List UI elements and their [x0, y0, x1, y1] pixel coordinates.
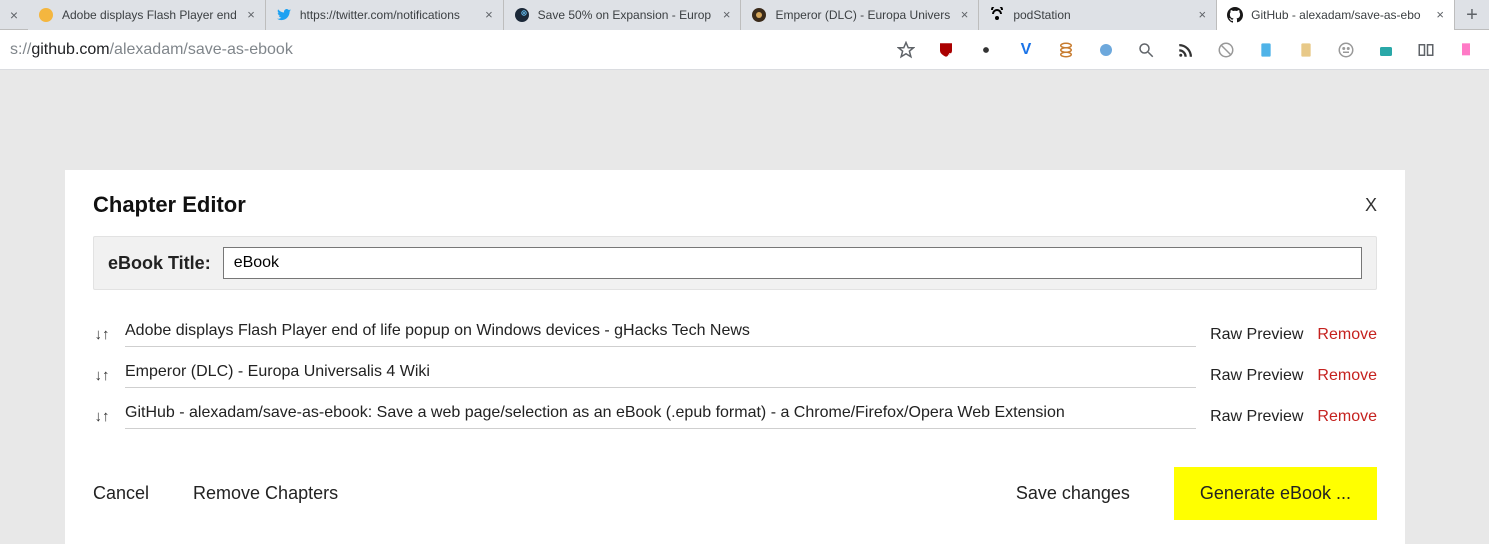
- toolbar-icons: 4 V: [897, 41, 1481, 59]
- close-icon[interactable]: ×: [0, 0, 28, 30]
- tab-label: https://twitter.com/notifications: [300, 8, 477, 22]
- close-icon[interactable]: ×: [1199, 7, 1207, 22]
- ebook-title-label: eBook Title:: [108, 253, 211, 274]
- paradox-icon: [751, 7, 767, 23]
- book-icon[interactable]: [1417, 41, 1435, 59]
- chapter-name[interactable]: Adobe displays Flash Player end of life …: [125, 322, 1196, 347]
- tab-label: Emperor (DLC) - Europa Univers: [775, 8, 952, 22]
- podstation-icon: [989, 7, 1005, 23]
- tab-adobe[interactable]: Adobe displays Flash Player end ×: [28, 0, 266, 30]
- panel-footer: Cancel Remove Chapters Save changes Gene…: [93, 467, 1377, 520]
- face-icon[interactable]: [1337, 41, 1355, 59]
- browser-tab-strip: × Adobe displays Flash Player end × http…: [0, 0, 1489, 30]
- close-icon[interactable]: ×: [247, 7, 255, 22]
- ebook-title-field: eBook Title:: [93, 236, 1377, 290]
- twitter-icon: [276, 7, 292, 23]
- tag-icon[interactable]: [1457, 41, 1475, 59]
- page-title: Chapter Editor: [93, 192, 246, 218]
- address-bar: s://github.com/alexadam/save-as-ebook 4 …: [0, 30, 1489, 70]
- dot-icon[interactable]: [977, 41, 995, 59]
- tab-label: Save 50% on Expansion - Europ: [538, 8, 715, 22]
- tab-paradox[interactable]: Emperor (DLC) - Europa Univers ×: [741, 0, 979, 30]
- raw-preview-button[interactable]: Raw Preview: [1210, 326, 1303, 344]
- circle-icon[interactable]: [1097, 41, 1115, 59]
- url-field[interactable]: s://github.com/alexadam/save-as-ebook: [8, 41, 897, 59]
- sort-handle-icon[interactable]: ↓↑: [93, 367, 111, 384]
- cancel-button[interactable]: Cancel: [93, 483, 149, 504]
- panel-header: Chapter Editor X: [93, 192, 1377, 218]
- remove-chapters-button[interactable]: Remove Chapters: [193, 483, 338, 504]
- sort-handle-icon[interactable]: ↓↑: [93, 326, 111, 343]
- tray-icon[interactable]: [1377, 41, 1395, 59]
- remove-button[interactable]: Remove: [1317, 326, 1377, 344]
- save-changes-button[interactable]: Save changes: [1016, 483, 1130, 504]
- star-icon[interactable]: [897, 41, 915, 59]
- tab-steam[interactable]: Save 50% on Expansion - Europ ×: [504, 0, 742, 30]
- chapter-row: ↓↑ GitHub - alexadam/save-as-ebook: Save…: [93, 396, 1377, 437]
- chapter-name[interactable]: Emperor (DLC) - Europa Universalis 4 Wik…: [125, 363, 1196, 388]
- chapter-name[interactable]: GitHub - alexadam/save-as-ebook: Save a …: [125, 404, 1196, 429]
- sort-handle-icon[interactable]: ↓↑: [93, 408, 111, 425]
- tab-github[interactable]: GitHub - alexadam/save-as-ebo ×: [1217, 0, 1455, 30]
- block-icon[interactable]: [1217, 41, 1235, 59]
- raw-preview-button[interactable]: Raw Preview: [1210, 367, 1303, 385]
- new-tab-button[interactable]: +: [1455, 0, 1489, 30]
- page-content: Chapter Editor X eBook Title: ↓↑ Adobe d…: [0, 70, 1489, 544]
- svg-text:4: 4: [948, 52, 952, 59]
- generate-ebook-button[interactable]: Generate eBook ...: [1174, 467, 1377, 520]
- doc2-icon[interactable]: [1297, 41, 1315, 59]
- tab-label: GitHub - alexadam/save-as-ebo: [1251, 8, 1428, 22]
- close-icon[interactable]: X: [1365, 195, 1377, 216]
- close-icon[interactable]: ×: [961, 7, 969, 22]
- url-host: github.com: [31, 41, 109, 58]
- ublock-icon[interactable]: 4: [937, 41, 955, 59]
- tab-label: Adobe displays Flash Player end: [62, 8, 239, 22]
- chapter-editor-panel: Chapter Editor X eBook Title: ↓↑ Adobe d…: [65, 170, 1405, 544]
- tab-label: podStation: [1013, 8, 1190, 22]
- url-scheme: s://: [10, 41, 31, 58]
- chapter-row: ↓↑ Emperor (DLC) - Europa Universalis 4 …: [93, 355, 1377, 396]
- remove-button[interactable]: Remove: [1317, 408, 1377, 426]
- steam-icon: [514, 7, 530, 23]
- tab-podstation[interactable]: podStation ×: [979, 0, 1217, 30]
- search-icon[interactable]: [1137, 41, 1155, 59]
- rss-icon[interactable]: [1177, 41, 1195, 59]
- url-path: /alexadam/save-as-ebook: [110, 41, 293, 58]
- ghacks-icon: [38, 7, 54, 23]
- close-icon[interactable]: ×: [723, 7, 731, 22]
- chapter-list: ↓↑ Adobe displays Flash Player end of li…: [93, 314, 1377, 437]
- v-icon[interactable]: V: [1017, 41, 1035, 59]
- chapter-row: ↓↑ Adobe displays Flash Player end of li…: [93, 314, 1377, 355]
- close-icon[interactable]: ×: [485, 7, 493, 22]
- tab-twitter[interactable]: https://twitter.com/notifications ×: [266, 0, 504, 30]
- stack-icon[interactable]: [1057, 41, 1075, 59]
- raw-preview-button[interactable]: Raw Preview: [1210, 408, 1303, 426]
- close-icon[interactable]: ×: [1436, 7, 1444, 22]
- github-icon: [1227, 7, 1243, 23]
- ebook-title-input[interactable]: [223, 247, 1362, 279]
- remove-button[interactable]: Remove: [1317, 367, 1377, 385]
- doc1-icon[interactable]: [1257, 41, 1275, 59]
